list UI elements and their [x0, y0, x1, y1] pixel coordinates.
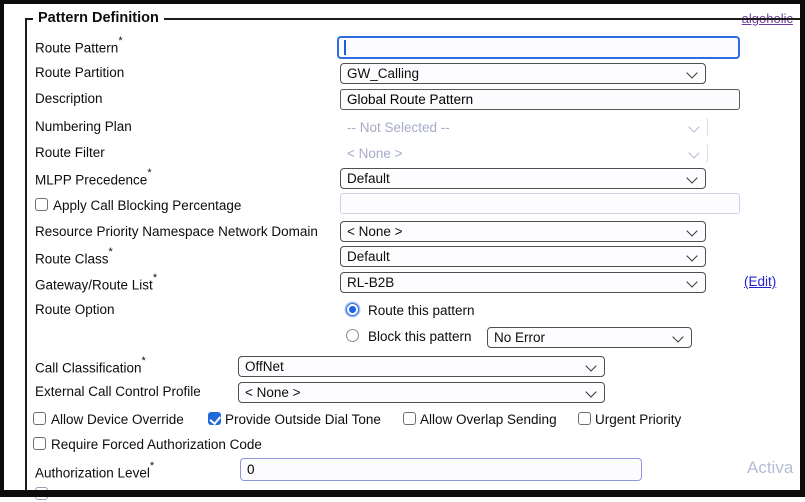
route-class-label: Route Class*: [35, 246, 113, 267]
label-text: Route Class: [35, 251, 109, 267]
numbering-plan-label: Numbering Plan: [35, 119, 132, 134]
selected-value: < None >: [245, 385, 301, 400]
chevron-down-icon: [686, 225, 698, 237]
chevron-down-icon: [585, 386, 597, 398]
apply-call-blocking-label: Apply Call Blocking Percentage: [53, 198, 242, 213]
label-text: MLPP Precedence: [35, 172, 148, 188]
label-text: Route Pattern: [35, 40, 119, 56]
route-partition-select[interactable]: GW_Calling: [340, 63, 706, 84]
urgent-priority-label: Urgent Priority: [595, 412, 682, 427]
selected-value: Default: [347, 171, 390, 186]
allow-device-override-label: Allow Device Override: [51, 412, 184, 427]
require-fac-label: Require Forced Authorization Code: [51, 437, 262, 452]
require-fac-checkbox[interactable]: [33, 437, 46, 450]
resource-priority-select[interactable]: < None >: [340, 221, 706, 242]
external-call-control-label: External Call Control Profile: [35, 384, 201, 399]
block-this-pattern-radio[interactable]: [346, 329, 359, 342]
selected-value: RL-B2B: [347, 275, 395, 290]
selected-value: Default: [347, 249, 390, 264]
allow-overlap-sending-label: Allow Overlap Sending: [420, 412, 557, 427]
fieldset-border-left: [25, 18, 27, 490]
gateway-route-list-select[interactable]: RL-B2B: [340, 272, 706, 293]
selected-value: GW_Calling: [347, 66, 420, 81]
watermark-activate: Activa: [747, 458, 794, 477]
chevron-down-icon: [686, 250, 698, 262]
route-pattern-input[interactable]: [337, 36, 740, 59]
authorization-level-input[interactable]: [240, 458, 642, 481]
route-class-select[interactable]: Default: [340, 246, 706, 267]
external-call-control-select[interactable]: < None >: [238, 382, 605, 403]
route-this-pattern-label: Route this pattern: [368, 303, 475, 318]
chevron-down-icon: [585, 360, 597, 372]
route-this-pattern-radio[interactable]: [346, 303, 359, 316]
chevron-down-icon: [686, 172, 698, 184]
block-this-pattern-label: Block this pattern: [368, 329, 472, 344]
numbering-plan-select: -- Not Selected --: [340, 117, 708, 138]
mlpp-precedence-label: MLPP Precedence*: [35, 167, 152, 188]
selected-value: No Error: [494, 330, 546, 345]
block-reason-select[interactable]: No Error: [487, 327, 692, 348]
gateway-route-list-label: Gateway/Route List*: [35, 272, 158, 293]
label-text: Call Classification: [35, 360, 142, 376]
route-partition-label: Route Partition: [35, 65, 125, 80]
chevron-down-icon: [688, 121, 700, 133]
required-marker: *: [108, 246, 113, 258]
edit-gateway-link[interactable]: (Edit): [744, 274, 776, 289]
description-input[interactable]: [340, 89, 740, 110]
label-text: Gateway/Route List: [35, 277, 153, 293]
required-marker: *: [141, 355, 146, 367]
bottom-border-bar: [0, 490, 805, 497]
description-label: Description: [35, 91, 103, 106]
required-marker: *: [149, 460, 155, 472]
chevron-down-icon: [688, 147, 700, 159]
route-filter-label: Route Filter: [35, 145, 105, 160]
selected-value: -- Not Selected --: [347, 120, 450, 135]
urgent-priority-checkbox[interactable]: [578, 412, 591, 425]
required-marker: *: [147, 167, 152, 179]
call-blocking-percentage-input: [340, 193, 740, 214]
allow-overlap-sending-checkbox[interactable]: [403, 412, 416, 425]
required-marker: *: [152, 272, 158, 284]
mlpp-precedence-select[interactable]: Default: [340, 168, 706, 189]
allow-device-override-checkbox[interactable]: [33, 412, 46, 425]
selected-value: < None >: [347, 146, 403, 161]
call-classification-label: Call Classification*: [35, 355, 146, 376]
route-option-label: Route Option: [35, 302, 115, 317]
section-legend: Pattern Definition: [33, 10, 164, 26]
authorization-level-label: Authorization Level*: [35, 460, 155, 481]
text-cursor: [344, 40, 346, 55]
route-filter-select: < None >: [340, 143, 708, 164]
required-marker: *: [118, 35, 123, 47]
apply-call-blocking-checkbox[interactable]: [35, 198, 48, 211]
selected-value: OffNet: [245, 359, 284, 374]
chevron-down-icon: [686, 276, 698, 288]
label-text: Authorization Level: [35, 465, 150, 481]
call-classification-select[interactable]: OffNet: [238, 356, 605, 377]
resource-priority-label: Resource Priority Namespace Network Doma…: [35, 224, 318, 239]
chevron-down-icon: [686, 67, 698, 79]
route-pattern-label: Route Pattern*: [35, 35, 123, 56]
chevron-down-icon: [672, 331, 684, 343]
selected-value: < None >: [347, 224, 403, 239]
provide-outside-dial-tone-checkbox[interactable]: [208, 412, 221, 425]
provide-outside-dial-tone-label: Provide Outside Dial Tone: [225, 412, 381, 427]
